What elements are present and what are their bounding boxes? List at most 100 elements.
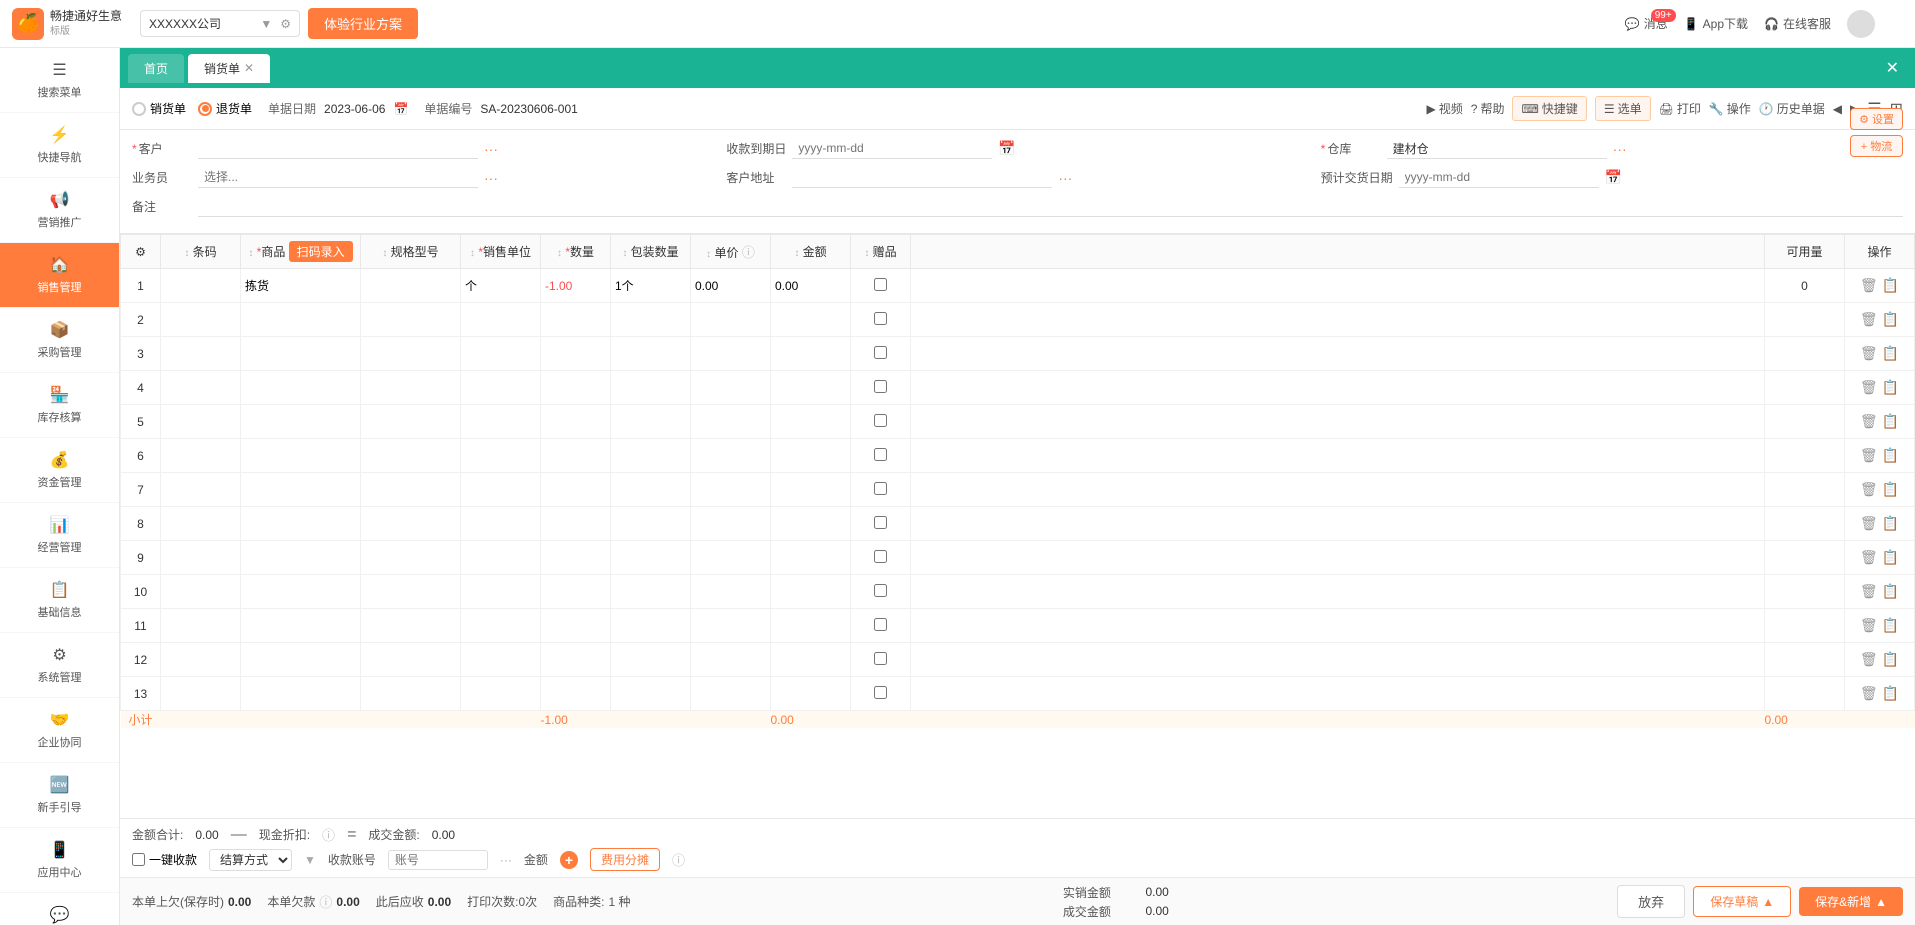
row-qty-5[interactable] [541,439,611,473]
row-spec-11[interactable] [361,643,461,677]
customer-addr-input[interactable] [792,167,1052,188]
scan-barcode-btn[interactable]: 扫码录入 [289,241,353,262]
add-payment-btn[interactable]: + [560,851,578,869]
row-price-2[interactable] [691,337,771,371]
row-desc-8[interactable] [911,541,1765,575]
avatar[interactable] [1847,10,1875,38]
account-input[interactable] [388,850,488,870]
row-unit-8[interactable] [461,541,541,575]
app-download-button[interactable]: 📱 App下载 [1684,15,1748,32]
row-product-10[interactable] [241,609,361,643]
row-price-11[interactable] [691,643,771,677]
one-click-checkbox[interactable] [132,853,145,866]
row-amount-3[interactable] [771,371,851,405]
row-amount-11[interactable] [771,643,851,677]
row-price-9[interactable] [691,575,771,609]
row-amount-0[interactable] [771,269,851,303]
nav-prev-btn[interactable]: ◀ [1833,102,1842,116]
row-product-12[interactable] [241,677,361,711]
row-gift-3[interactable] [851,371,911,405]
row-desc-5[interactable] [911,439,1765,473]
row-barcode-3[interactable] [161,371,241,405]
delete-row-icon[interactable]: 🗑 [1860,379,1878,396]
row-amount-12[interactable] [771,677,851,711]
row-price-4[interactable] [691,405,771,439]
radio-sales[interactable]: 销货单 [132,100,186,117]
account-dots[interactable]: ··· [500,853,512,867]
row-desc-9[interactable] [911,575,1765,609]
row-qty-10[interactable] [541,609,611,643]
row-gift-2[interactable] [851,337,911,371]
row-pkgqty-2[interactable] [611,337,691,371]
save-draft-button[interactable]: 保存草稿 ▲ [1693,886,1791,917]
row-product-7[interactable] [241,507,361,541]
delete-row-icon[interactable]: 🗑 [1860,277,1878,294]
row-amount-2[interactable] [771,337,851,371]
remark-input[interactable] [198,196,1903,217]
row-price-8[interactable] [691,541,771,575]
copy-row-icon[interactable]: 📋 [1882,617,1899,634]
row-gift-10[interactable] [851,609,911,643]
delete-row-icon[interactable]: 🗑 [1860,617,1878,634]
sidebar-item-wechat[interactable]: 💬 企业微信 [0,893,119,925]
row-product-11[interactable] [241,643,361,677]
sidebar-item-base-info[interactable]: 📋 基础信息 [0,568,119,633]
copy-row-icon[interactable]: 📋 [1882,345,1899,362]
logistics-btn[interactable]: + 物流 [1850,135,1903,157]
row-product-5[interactable] [241,439,361,473]
row-desc-2[interactable] [911,337,1765,371]
row-barcode-0[interactable] [161,269,241,303]
row-desc-7[interactable] [911,507,1765,541]
row-product-8[interactable] [241,541,361,575]
salesman-input[interactable] [198,167,478,188]
sidebar-item-marketing[interactable]: 📢 营销推广 [0,178,119,243]
row-amount-10[interactable] [771,609,851,643]
row-barcode-9[interactable] [161,575,241,609]
row-unit-5[interactable] [461,439,541,473]
row-barcode-1[interactable] [161,303,241,337]
row-pkgqty-7[interactable] [611,507,691,541]
row-spec-2[interactable] [361,337,461,371]
row-spec-7[interactable] [361,507,461,541]
row-spec-4[interactable] [361,405,461,439]
tab-close-icon[interactable]: ✕ [244,61,254,75]
row-barcode-5[interactable] [161,439,241,473]
tab-home[interactable]: 首页 [128,54,184,83]
delete-row-icon[interactable]: 🗑 [1860,413,1878,430]
row-barcode-4[interactable] [161,405,241,439]
row-pkgqty-9[interactable] [611,575,691,609]
tab-sales-order[interactable]: 销货单 ✕ [188,54,270,83]
row-unit-11[interactable] [461,643,541,677]
calc-method-select[interactable]: 结算方式 [209,849,292,871]
expense-split-btn[interactable]: 费用分摊 [590,848,660,871]
sidebar-item-inventory[interactable]: 🏪 库存核算 [0,373,119,438]
trial-button[interactable]: 体验行业方案 [308,8,418,39]
row-amount-9[interactable] [771,575,851,609]
row-unit-12[interactable] [461,677,541,711]
row-unit-6[interactable] [461,473,541,507]
row-desc-6[interactable] [911,473,1765,507]
row-price-7[interactable] [691,507,771,541]
customer-input[interactable] [198,138,478,159]
sidebar-item-search[interactable]: ☰ 搜索菜单 [0,48,119,113]
copy-row-icon[interactable]: 📋 [1882,277,1899,294]
sidebar-item-enterprise[interactable]: 🤝 企业协同 [0,698,119,763]
sidebar-item-operations[interactable]: 📊 经营管理 [0,503,119,568]
delete-row-icon[interactable]: 🗑 [1860,651,1878,668]
row-gift-6[interactable] [851,473,911,507]
row-pkgqty-8[interactable] [611,541,691,575]
row-product-0[interactable] [241,269,361,303]
row-unit-10[interactable] [461,609,541,643]
row-price-12[interactable] [691,677,771,711]
row-price-0[interactable] [691,269,771,303]
save-new-button[interactable]: 保存&新增 ▲ [1799,887,1903,916]
expected-date-input[interactable] [1399,167,1599,188]
row-qty-8[interactable] [541,541,611,575]
row-qty-0[interactable] [541,269,611,303]
select-btn[interactable]: ☰ 选单 [1595,96,1651,121]
company-selector[interactable]: XXXXXX公司 ▼ ⚙ [140,10,300,37]
row-amount-1[interactable] [771,303,851,337]
payment-due-input[interactable] [792,138,992,159]
print-btn[interactable]: 🖨 打印 [1659,100,1701,117]
row-spec-12[interactable] [361,677,461,711]
